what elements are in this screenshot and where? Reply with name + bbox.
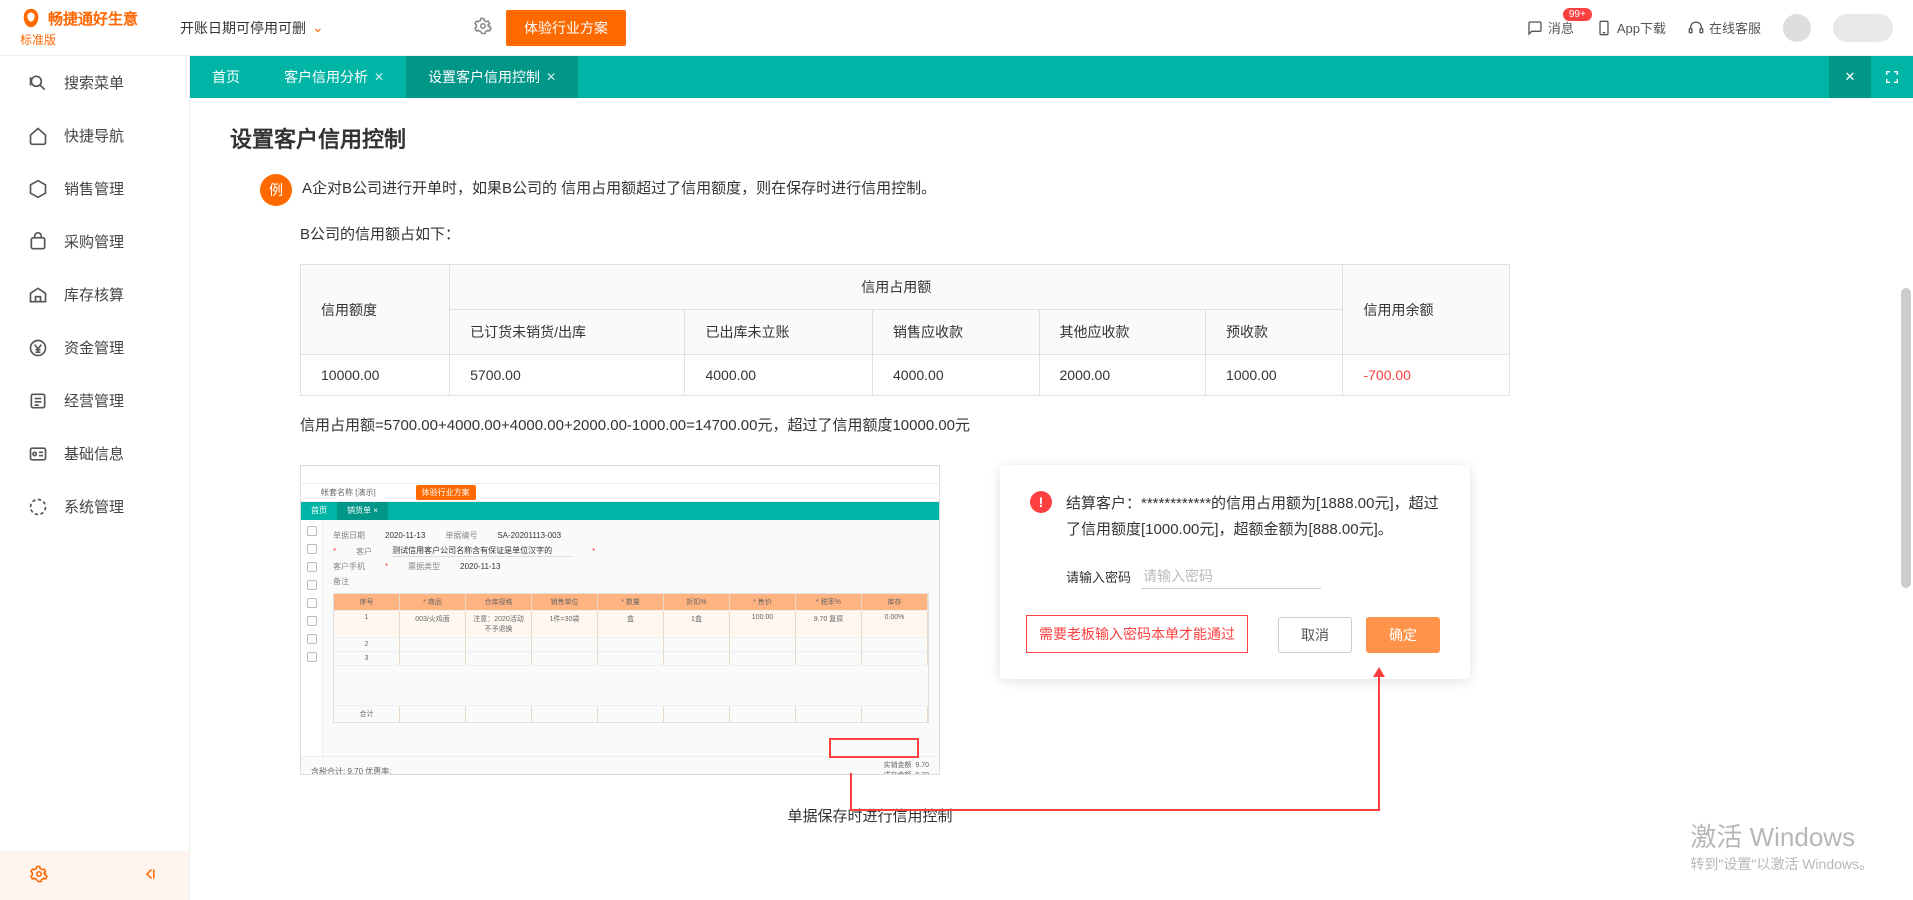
account-selector-label: 开账日期可停用可删 bbox=[180, 18, 306, 38]
trial-button[interactable]: 体验行业方案 bbox=[506, 10, 626, 46]
page-title: 设置客户信用控制 bbox=[230, 122, 1863, 154]
sidebar-item-purchase[interactable]: 采购管理 bbox=[0, 215, 189, 268]
caption: 单据保存时进行信用控制 bbox=[300, 805, 1440, 826]
topbar: 畅捷通好生意 标准版 开账日期可停用可删 ⌄ 体验行业方案 消息 99+ App… bbox=[0, 0, 1913, 56]
sidebar-item-business[interactable]: 经营管理 bbox=[0, 374, 189, 427]
dialog-text: 结算客户：************的信用占用额为[1888.00元]，超过了信用… bbox=[1066, 491, 1440, 542]
table-row: 10000.00 5700.00 4000.00 4000.00 2000.00… bbox=[301, 355, 1510, 396]
tab-home[interactable]: 首页 bbox=[190, 56, 262, 98]
fullscreen-icon[interactable] bbox=[1871, 56, 1913, 98]
close-all-tabs[interactable]: ✕ bbox=[1829, 56, 1871, 98]
main-scroll[interactable]: 设置客户信用控制 例 A企对B公司进行开单时，如果B公司的 信用占用额超过了信用… bbox=[190, 98, 1913, 900]
sidebar-item-sales[interactable]: 销售管理 bbox=[0, 162, 189, 215]
sidebar: 搜索菜单 快捷导航 销售管理 采购管理 库存核算 资金管理 经营管理 基础信息 … bbox=[0, 56, 190, 900]
search-icon bbox=[28, 73, 48, 93]
collapse-icon[interactable] bbox=[141, 865, 159, 886]
messages-link[interactable]: 消息 99+ bbox=[1527, 18, 1574, 37]
mini-screenshot: 帐套名称 [演示] 体验行业方案 首页销货单 × 单据日期2020-11-13单… bbox=[300, 465, 940, 775]
yen-icon bbox=[28, 338, 48, 358]
bag-icon bbox=[28, 232, 48, 252]
example-text: A企对B公司进行开单时，如果B公司的 信用占用额超过了信用额度，则在保存时进行信… bbox=[302, 174, 936, 204]
chevron-down-icon: ⌄ bbox=[312, 19, 324, 36]
phone-icon bbox=[1596, 20, 1612, 36]
account-selector[interactable]: 开账日期可停用可删 ⌄ bbox=[180, 18, 460, 38]
close-icon[interactable]: ✕ bbox=[546, 70, 556, 84]
brand-icon bbox=[20, 7, 42, 29]
avatar[interactable] bbox=[1783, 14, 1811, 42]
illustration-row: 帐套名称 [演示] 体验行业方案 首页销货单 × 单据日期2020-11-13单… bbox=[300, 465, 1833, 775]
brand-edition: 标准版 bbox=[20, 31, 56, 48]
system-icon bbox=[28, 497, 48, 517]
example-badge: 例 bbox=[260, 174, 292, 206]
messages-badge: 99+ bbox=[1563, 8, 1592, 21]
sidebar-footer bbox=[0, 851, 189, 900]
highlight-box bbox=[829, 738, 919, 758]
brand-name: 畅捷通好生意 bbox=[48, 8, 138, 29]
cancel-button[interactable]: 取消 bbox=[1278, 617, 1352, 653]
user-menu[interactable] bbox=[1833, 14, 1893, 42]
credit-dialog: ! 结算客户：************的信用占用额为[1888.00元]，超过了… bbox=[1000, 465, 1470, 679]
password-label: 请输入密码 bbox=[1066, 567, 1131, 586]
settings-icon[interactable] bbox=[30, 865, 48, 886]
gear-icon[interactable] bbox=[474, 17, 492, 38]
sidebar-item-quicknav[interactable]: 快捷导航 bbox=[0, 109, 189, 162]
home-icon bbox=[28, 126, 48, 146]
sidebar-item-basedata[interactable]: 基础信息 bbox=[0, 427, 189, 480]
dialog-note: 需要老板输入密码本单才能通过 bbox=[1026, 615, 1248, 653]
tab-credit-control[interactable]: 设置客户信用控制✕ bbox=[406, 56, 578, 98]
sidebar-item-search[interactable]: 搜索菜单 bbox=[0, 56, 189, 109]
chat-icon bbox=[1527, 20, 1543, 36]
scrollbar[interactable] bbox=[1901, 288, 1911, 588]
formula-text: 信用占用额=5700.00+4000.00+4000.00+2000.00-10… bbox=[300, 414, 1833, 435]
card-icon bbox=[28, 444, 48, 464]
credit-table: 信用额度 信用占用额 信用用余额 已订货未销货/出库 已出库未立账 销售应收款 … bbox=[300, 264, 1510, 396]
th-occupy: 信用占用额 bbox=[450, 265, 1343, 310]
sidebar-item-funds[interactable]: 资金管理 bbox=[0, 321, 189, 374]
brand-logo: 畅捷通好生意 标准版 bbox=[20, 7, 180, 48]
subtitle: B公司的信用额占如下： bbox=[300, 220, 1833, 250]
password-input[interactable] bbox=[1141, 564, 1321, 589]
sidebar-item-stock[interactable]: 库存核算 bbox=[0, 268, 189, 321]
th-balance: 信用用余额 bbox=[1343, 265, 1510, 355]
list-icon bbox=[28, 391, 48, 411]
sidebar-item-system[interactable]: 系统管理 bbox=[0, 480, 189, 533]
headset-icon bbox=[1688, 20, 1704, 36]
ok-button[interactable]: 确定 bbox=[1366, 617, 1440, 653]
download-link[interactable]: App下载 bbox=[1596, 18, 1666, 37]
close-icon[interactable]: ✕ bbox=[374, 70, 384, 84]
warehouse-icon bbox=[28, 285, 48, 305]
tab-credit-analysis[interactable]: 客户信用分析✕ bbox=[262, 56, 406, 98]
tag-icon bbox=[28, 179, 48, 199]
th-credit: 信用额度 bbox=[301, 265, 450, 355]
service-link[interactable]: 在线客服 bbox=[1688, 18, 1761, 37]
tabs-bar: 首页 客户信用分析✕ 设置客户信用控制✕ ✕ bbox=[190, 56, 1913, 98]
warning-icon: ! bbox=[1030, 491, 1052, 513]
